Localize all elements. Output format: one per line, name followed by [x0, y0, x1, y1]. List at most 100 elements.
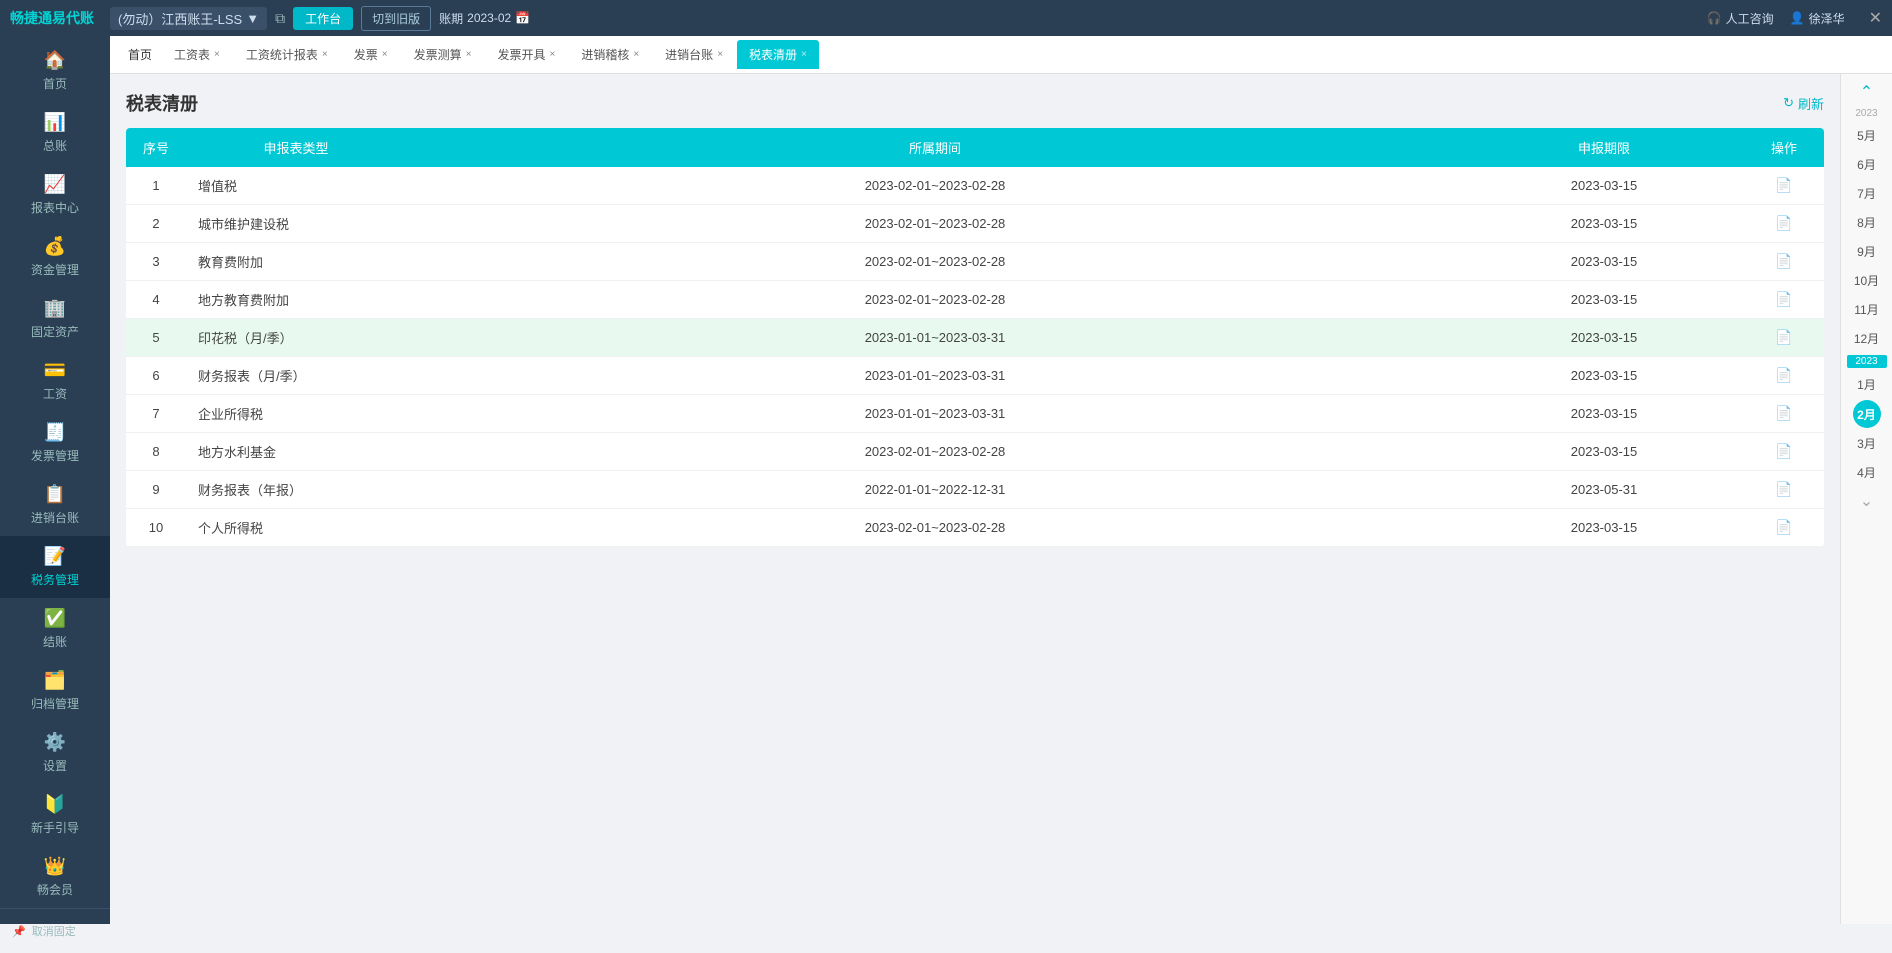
- month-7[interactable]: 7月: [1845, 180, 1889, 207]
- close-button[interactable]: ✕: [1869, 8, 1882, 28]
- copy-icon[interactable]: ⧉: [275, 10, 285, 27]
- cell-action[interactable]: 📄: [1744, 509, 1824, 547]
- sidebar-item-tax[interactable]: 📝 税务管理: [0, 536, 110, 598]
- view-icon[interactable]: 📄: [1775, 253, 1792, 269]
- sidebar-label-funds: 资金管理: [31, 261, 79, 278]
- sidebar-item-salary[interactable]: 💳 工资: [0, 350, 110, 412]
- tab-invoice[interactable]: 发票 ×: [342, 40, 400, 69]
- month-9[interactable]: 9月: [1845, 238, 1889, 265]
- view-icon[interactable]: 📄: [1775, 367, 1792, 383]
- cell-action[interactable]: 📄: [1744, 357, 1824, 395]
- tab-close-invoice-calc[interactable]: ×: [466, 49, 472, 60]
- tab-close-invoice-issue[interactable]: ×: [549, 49, 555, 60]
- year-2023-tag: 2023: [1847, 355, 1887, 368]
- cell-action[interactable]: 📄: [1744, 205, 1824, 243]
- sidebar-item-reports[interactable]: 📈 报表中心: [0, 164, 110, 226]
- sidebar-item-archive[interactable]: 🗂️ 归档管理: [0, 660, 110, 722]
- month-1[interactable]: 1月: [1845, 371, 1889, 398]
- invoice-icon: 🧾: [44, 422, 66, 443]
- tab-salary-stats[interactable]: 工资统计报表 ×: [234, 40, 340, 69]
- year-2023-label: 2023: [1855, 108, 1877, 119]
- cell-type: 财务报表（年报）: [186, 471, 406, 509]
- user-profile[interactable]: 👤 徐泽华: [1790, 10, 1845, 27]
- cell-deadline: 2023-03-15: [1464, 395, 1744, 433]
- sidebar-item-close[interactable]: ✅ 结账: [0, 598, 110, 660]
- top-bar: 畅捷通易代账 (勿动）江西账王-LSS ▼ ⧉ 工作台 切到旧版 账期 2023…: [0, 0, 1892, 36]
- tab-close-salary[interactable]: ×: [214, 49, 220, 60]
- sidebar-item-ledger[interactable]: 📊 总账: [0, 102, 110, 164]
- tab-purchase-audit[interactable]: 进销稽核 ×: [569, 40, 651, 69]
- table-row: 5 印花税（月/季） 2023-01-01~2023-03-31 2023-03…: [126, 319, 1824, 357]
- member-icon: 👑: [44, 856, 66, 877]
- cell-period: 2022-01-01~2022-12-31: [406, 471, 1464, 509]
- month-4[interactable]: 4月: [1845, 459, 1889, 486]
- switch-old-button[interactable]: 切到旧版: [361, 6, 431, 31]
- view-icon[interactable]: 📄: [1775, 481, 1792, 497]
- col-header-deadline: 申报期限: [1464, 128, 1744, 167]
- tab-close-purchase-ledger[interactable]: ×: [717, 49, 723, 60]
- cell-deadline: 2023-03-15: [1464, 167, 1744, 205]
- tab-invoice-issue[interactable]: 发票开具 ×: [485, 40, 567, 69]
- unpin-button[interactable]: 📌 取消固定: [4, 917, 106, 945]
- sidebar-label-ledger: 总账: [43, 137, 67, 154]
- tab-close-tax-register[interactable]: ×: [801, 49, 807, 60]
- month-2-active[interactable]: 2月: [1853, 400, 1881, 428]
- tab-close-purchase-audit[interactable]: ×: [633, 49, 639, 60]
- cell-action[interactable]: 📄: [1744, 243, 1824, 281]
- month-6[interactable]: 6月: [1845, 151, 1889, 178]
- col-header-action: 操作: [1744, 128, 1824, 167]
- view-icon[interactable]: 📄: [1775, 519, 1792, 535]
- sidebar-bottom: 📌 取消固定: [0, 908, 110, 953]
- month-10[interactable]: 10月: [1845, 267, 1889, 294]
- cell-period: 2023-01-01~2023-03-31: [406, 357, 1464, 395]
- view-icon[interactable]: 📄: [1775, 215, 1792, 231]
- cell-action[interactable]: 📄: [1744, 433, 1824, 471]
- calendar-icon[interactable]: 📅: [515, 11, 530, 25]
- workbench-button[interactable]: 工作台: [293, 7, 353, 30]
- sidebar-item-home[interactable]: 🏠 首页: [0, 40, 110, 102]
- month-5[interactable]: 5月: [1845, 122, 1889, 149]
- tab-salary-table[interactable]: 工资表 ×: [162, 40, 232, 69]
- sidebar-item-guide[interactable]: 🔰 新手引导: [0, 784, 110, 846]
- content-area: 首页 工资表 × 工资统计报表 × 发票 × 发票测算 × 发票开具 ×: [110, 36, 1892, 924]
- tab-tax-register[interactable]: 税表清册 ×: [737, 40, 819, 69]
- cell-action[interactable]: 📄: [1744, 471, 1824, 509]
- tab-close-salary-stats[interactable]: ×: [322, 49, 328, 60]
- view-icon[interactable]: 📄: [1775, 405, 1792, 421]
- tab-invoice-calc[interactable]: 发票测算 ×: [402, 40, 484, 69]
- month-8[interactable]: 8月: [1845, 209, 1889, 236]
- human-consult[interactable]: 🎧 人工咨询: [1707, 10, 1774, 27]
- refresh-button[interactable]: ↻ 刷新: [1783, 94, 1824, 113]
- view-icon[interactable]: 📄: [1775, 177, 1792, 193]
- top-bar-actions: 🎧 人工咨询 👤 徐泽华 ✕: [1707, 8, 1882, 28]
- cell-action[interactable]: 📄: [1744, 319, 1824, 357]
- view-icon[interactable]: 📄: [1775, 443, 1792, 459]
- sidebar-item-invoice[interactable]: 🧾 发票管理: [0, 412, 110, 474]
- cell-action[interactable]: 📄: [1744, 167, 1824, 205]
- sidebar-item-settings[interactable]: ⚙️ 设置: [0, 722, 110, 784]
- cell-period: 2023-02-01~2023-02-28: [406, 205, 1464, 243]
- cell-type: 个人所得税: [186, 509, 406, 547]
- tab-home[interactable]: 首页: [120, 40, 160, 69]
- period-display: 账期 2023-02 📅: [439, 10, 530, 27]
- table-row: 9 财务报表（年报） 2022-01-01~2022-12-31 2023-05…: [126, 471, 1824, 509]
- view-icon[interactable]: 📄: [1775, 329, 1792, 345]
- month-12[interactable]: 12月: [1845, 325, 1889, 352]
- guide-icon: 🔰: [44, 794, 66, 815]
- month-3[interactable]: 3月: [1845, 430, 1889, 457]
- sidebar-item-assets[interactable]: 🏢 固定资产: [0, 288, 110, 350]
- sidebar-item-funds[interactable]: 💰 资金管理: [0, 226, 110, 288]
- page-header: 税表清册 ↻ 刷新: [126, 90, 1824, 116]
- sidebar: 🏠 首页 📊 总账 📈 报表中心 💰 资金管理 🏢 固定资产 💳 工资 🧾 发票…: [0, 36, 110, 924]
- cell-action[interactable]: 📄: [1744, 395, 1824, 433]
- month-11[interactable]: 11月: [1845, 296, 1889, 323]
- tab-purchase-ledger[interactable]: 进销台账 ×: [653, 40, 735, 69]
- tab-close-invoice[interactable]: ×: [382, 49, 388, 60]
- cell-action[interactable]: 📄: [1744, 281, 1824, 319]
- sidebar-item-member[interactable]: 👑 畅会员: [0, 846, 110, 908]
- scroll-up-button[interactable]: ⌃: [1860, 82, 1873, 102]
- company-selector[interactable]: (勿动）江西账王-LSS ▼: [110, 7, 267, 30]
- sidebar-item-purchases[interactable]: 📋 进销台账: [0, 474, 110, 536]
- view-icon[interactable]: 📄: [1775, 291, 1792, 307]
- scroll-down-button[interactable]: ⌄: [1860, 491, 1873, 511]
